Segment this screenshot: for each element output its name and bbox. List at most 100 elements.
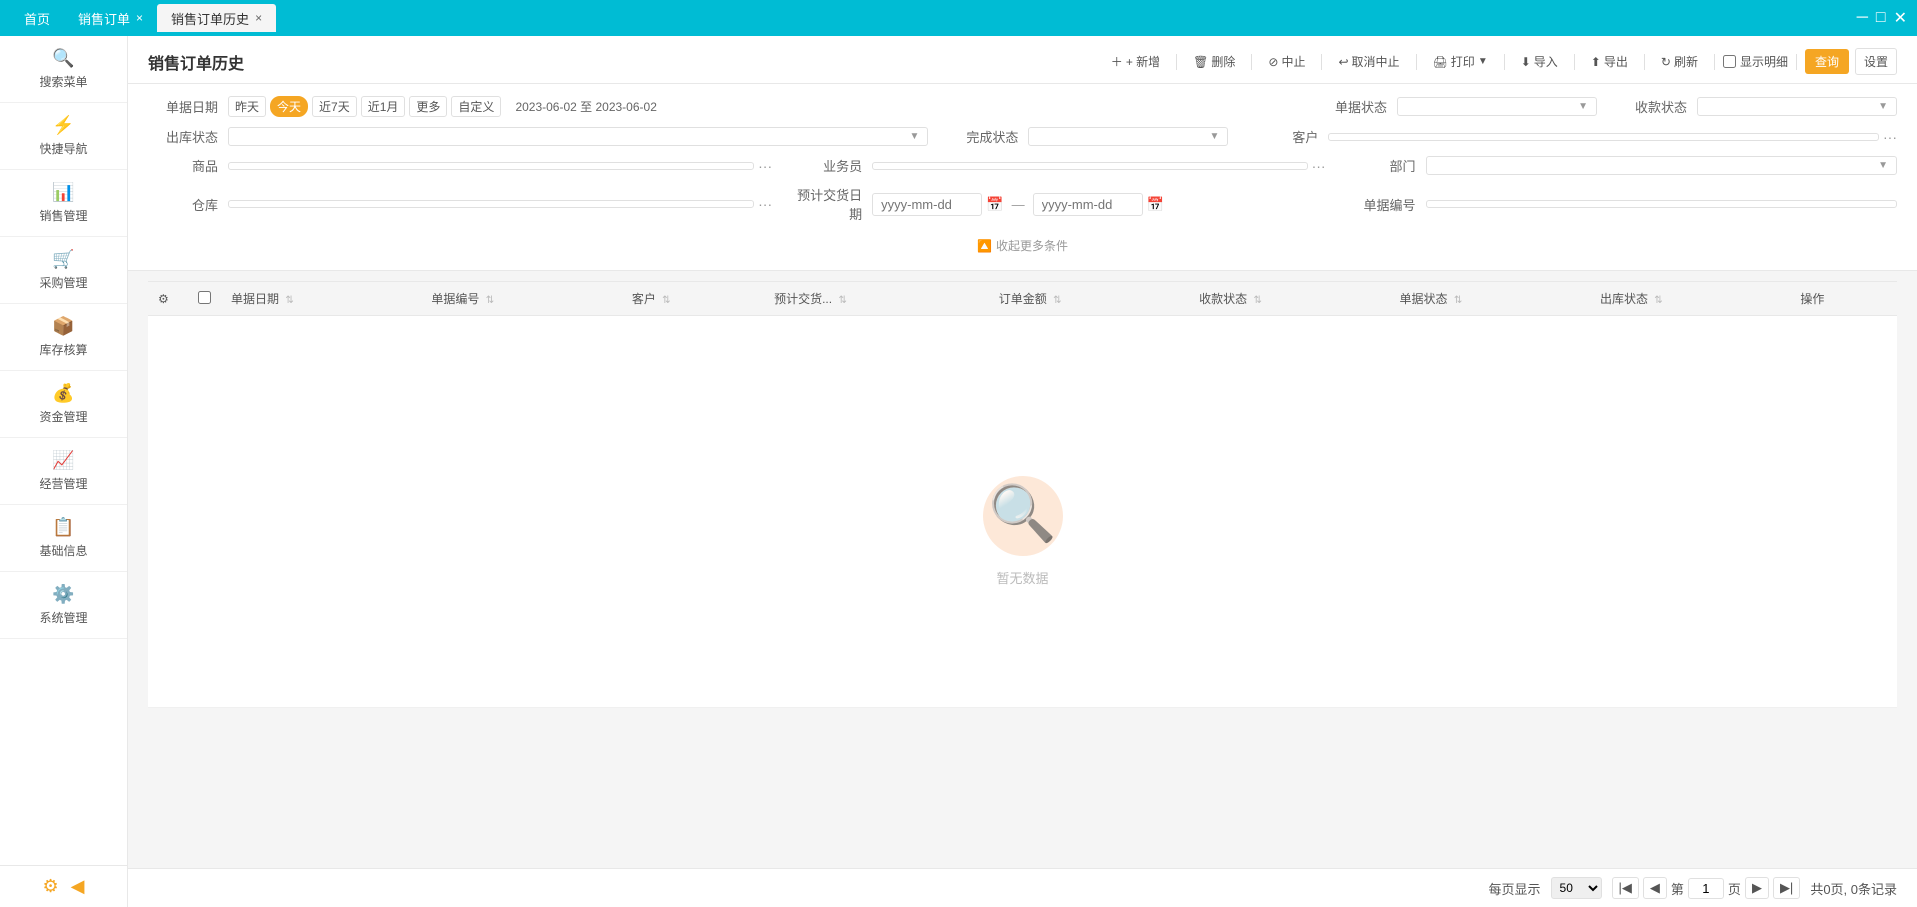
settings-icon[interactable]: ⚙	[158, 292, 169, 306]
close-button[interactable]: ✕	[1894, 8, 1907, 28]
sidebar-item-base-info[interactable]: 📋 基础信息	[0, 505, 127, 572]
tab-sales-order-history[interactable]: 销售订单历史 ×	[157, 4, 276, 32]
th-bill-no[interactable]: 单据编号 ⇅	[421, 282, 621, 316]
complete-status-select[interactable]: ▼	[1028, 127, 1228, 146]
warehouse-input[interactable]	[228, 200, 754, 208]
date-btn-1month[interactable]: 近1月	[361, 96, 406, 117]
base-info-icon: 📋	[52, 517, 74, 538]
sidebar-item-quick-nav[interactable]: ⚡ 快捷导航	[0, 103, 127, 170]
th-order-amount[interactable]: 订单金额 ⇅	[989, 282, 1189, 316]
export-icon: ⬆	[1591, 55, 1601, 69]
separator	[1176, 54, 1177, 70]
receipt-status-label: 收款状态	[1617, 97, 1697, 116]
next-page-button[interactable]: ▶	[1745, 877, 1769, 899]
tab-sales-order[interactable]: 销售订单 ×	[64, 4, 157, 32]
th-bill-date[interactable]: 单据日期 ⇅	[221, 282, 421, 316]
print-button[interactable]: 🖨 打印 ▼	[1425, 49, 1496, 74]
salesperson-more-icon[interactable]: ···	[1312, 158, 1326, 174]
query-button[interactable]: 查询	[1805, 49, 1849, 74]
page-size-select[interactable]: 50 10 20 100	[1551, 877, 1602, 899]
close-sales-order-history-tab[interactable]: ×	[255, 11, 262, 25]
customer-input[interactable]	[1328, 133, 1879, 141]
warehouse-more-icon[interactable]: ···	[758, 196, 772, 212]
last-page-button[interactable]: ▶|	[1773, 877, 1800, 899]
page-go-label: 第	[1671, 879, 1684, 898]
th-settings[interactable]: ⚙	[148, 282, 188, 316]
tab-home[interactable]: 首页	[10, 4, 64, 32]
bill-status-arrow: ▼	[1578, 101, 1588, 112]
customer-more-icon[interactable]: ···	[1883, 129, 1897, 145]
customer-label: 客户	[1248, 127, 1328, 146]
minimize-button[interactable]: ─	[1857, 9, 1868, 27]
salesperson-input[interactable]	[872, 162, 1307, 170]
dept-label: 部门	[1346, 156, 1426, 175]
empty-state: 🔍 暂无数据	[148, 376, 1897, 647]
total-text: 共0页, 0条记录	[1810, 879, 1897, 898]
purchase-mgmt-icon: 🛒	[52, 249, 74, 270]
receipt-status-select[interactable]: ▼	[1697, 97, 1897, 116]
calendar-start-icon[interactable]: 📅	[986, 196, 1003, 213]
prev-page-button[interactable]: ◀	[1643, 877, 1667, 899]
date-btn-today[interactable]: 今天	[270, 96, 308, 117]
th-bill-status[interactable]: 单据状态 ⇅	[1390, 282, 1590, 316]
sidebar-item-inventory[interactable]: 📦 库存核算	[0, 304, 127, 371]
inventory-icon: 📦	[52, 316, 74, 337]
close-sales-order-tab[interactable]: ×	[136, 11, 143, 25]
separator6	[1574, 54, 1575, 70]
dept-arrow: ▼	[1878, 160, 1888, 171]
first-page-button[interactable]: |◀	[1612, 877, 1639, 899]
sidebar-collapse-icon[interactable]: ◀	[71, 876, 85, 897]
sort-order-amount-icon: ⇅	[1053, 295, 1061, 306]
sidebar-item-purchase-mgmt[interactable]: 🛒 采购管理	[0, 237, 127, 304]
stop-button[interactable]: ⊘ 中止	[1260, 49, 1313, 74]
new-button[interactable]: ＋ + 新增	[1103, 49, 1168, 74]
collapse-row[interactable]: 🔼 收起更多条件	[148, 233, 1897, 258]
page-title: 销售订单历史	[148, 50, 244, 74]
print-icon: 🖨	[1433, 55, 1448, 69]
settings-button[interactable]: 设置	[1855, 48, 1897, 75]
date-btn-7days[interactable]: 近7天	[312, 96, 357, 117]
bill-status-label: 单据状态	[1317, 97, 1397, 116]
dept-select[interactable]: ▼	[1426, 156, 1897, 175]
page-size-label: 每页显示	[1489, 879, 1541, 898]
date-btn-custom[interactable]: 自定义	[451, 96, 501, 117]
calendar-end-icon[interactable]: 📅	[1147, 196, 1164, 213]
sidebar-item-system-mgmt[interactable]: ⚙️ 系统管理	[0, 572, 127, 639]
th-customer[interactable]: 客户 ⇅	[622, 282, 764, 316]
th-receipt-status[interactable]: 收款状态 ⇅	[1189, 282, 1389, 316]
sidebar-item-sales-mgmt[interactable]: 📊 销售管理	[0, 170, 127, 237]
date-btn-more[interactable]: 更多	[409, 96, 447, 117]
th-expected-date[interactable]: 预计交货... ⇅	[764, 282, 989, 316]
salesperson-label: 业务员	[792, 156, 872, 175]
top-bar: 首页 销售订单 × 销售订单历史 × ─ □ ✕	[0, 0, 1917, 36]
page-number-input[interactable]	[1688, 878, 1724, 899]
sidebar-item-operations[interactable]: 📈 经营管理	[0, 438, 127, 505]
restore-button[interactable]: □	[1876, 9, 1886, 27]
product-input[interactable]	[228, 162, 754, 170]
out-status-select[interactable]: ▼	[228, 127, 928, 146]
date-range-text: 2023-06-02 至 2023-06-02	[515, 98, 656, 115]
table-body: 🔍 暂无数据	[148, 316, 1897, 708]
product-label: 商品	[148, 156, 228, 175]
th-checkbox[interactable]	[188, 282, 221, 316]
th-action: 操作	[1790, 282, 1897, 316]
date-btn-yesterday[interactable]: 昨天	[228, 96, 266, 117]
sidebar-item-search-menu[interactable]: 🔍 搜索菜单	[0, 36, 127, 103]
product-more-icon[interactable]: ···	[758, 158, 772, 174]
th-out-status[interactable]: 出库状态 ⇅	[1590, 282, 1790, 316]
sidebar-settings-icon[interactable]: ⚙	[43, 876, 59, 897]
expected-date-start[interactable]	[872, 193, 982, 216]
sidebar-item-finance[interactable]: 💰 资金管理	[0, 371, 127, 438]
show-detail-checkbox[interactable]	[1723, 55, 1736, 68]
bill-status-select[interactable]: ▼	[1397, 97, 1597, 116]
show-detail-checkbox-label[interactable]: 显示明细	[1723, 53, 1788, 70]
bill-no-input[interactable]	[1426, 200, 1897, 208]
select-all-checkbox[interactable]	[198, 291, 211, 304]
separator4	[1416, 54, 1417, 70]
import-button[interactable]: ⬇ 导入	[1513, 49, 1566, 74]
export-button[interactable]: ⬆ 导出	[1583, 49, 1636, 74]
expected-date-end[interactable]	[1033, 193, 1143, 216]
refresh-button[interactable]: ↻ 刷新	[1653, 49, 1706, 74]
delete-button[interactable]: 🗑 删除	[1185, 49, 1243, 74]
cancel-stop-button[interactable]: ↩ 取消中止	[1330, 49, 1407, 74]
